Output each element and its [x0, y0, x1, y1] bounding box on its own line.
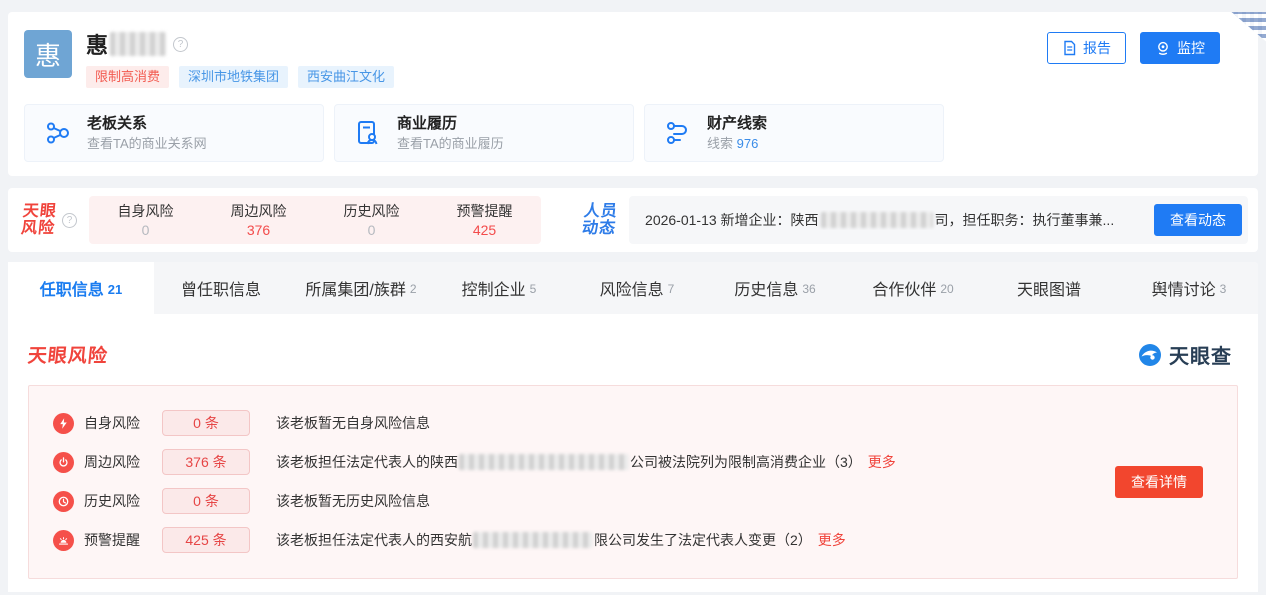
tab-public-opinion[interactable]: 舆情讨论3	[1120, 262, 1258, 314]
card-boss-relations[interactable]: 老板关系 查看TA的商业关系网	[24, 104, 324, 162]
tab-risk-info[interactable]: 风险信息7	[568, 262, 706, 314]
document-icon	[1062, 40, 1077, 56]
stat-history-risk[interactable]: 历史风险 0	[315, 203, 428, 238]
stat-peripheral-risk[interactable]: 周边风险 376	[202, 203, 315, 238]
tab-partners[interactable]: 合作伙伴20	[844, 262, 982, 314]
redacted-name	[110, 32, 166, 56]
risk-stats-strip: 自身风险 0 周边风险 376 历史风险 0 预警提醒 425	[89, 196, 541, 244]
clues-count: 976	[737, 136, 759, 151]
tab-bar: 任职信息21 曾任职信息 所属集团/族群2 控制企业5 风险信息7 历史信息36…	[8, 262, 1258, 314]
risk-desc: 该老板担任法定代表人的西安航限公司发生了法定代表人变更（2）更多	[276, 530, 846, 550]
risk-summary-panel: 天眼风险 ? 自身风险 0 周边风险 376 历史风险 0 预警提醒 425 人…	[8, 188, 1258, 252]
card-asset-clues[interactable]: 财产线索 线索 976	[644, 104, 944, 162]
news-text: 2026-01-13 新增企业：陕西 司，担任职务：执行董事兼...	[645, 210, 1114, 230]
more-link[interactable]: 更多	[868, 454, 896, 470]
report-button-label: 报告	[1083, 38, 1111, 58]
risk-count-badge[interactable]: 376 条	[162, 449, 250, 475]
card-subtitle: 线索 976	[707, 135, 767, 152]
risk-count-badge[interactable]: 0 条	[162, 410, 250, 436]
stat-self-risk[interactable]: 自身风险 0	[89, 203, 202, 238]
tab-group-cluster[interactable]: 所属集团/族群2	[292, 262, 430, 314]
risk-row-history: 历史风险 0 条 该老板暂无历史风险信息	[53, 488, 1213, 514]
risk-row-peripheral: 周边风险 376 条 该老板担任法定代表人的陕西公司被法院列为限制高消费企业（3…	[53, 449, 1213, 475]
clues-label: 线索	[707, 136, 737, 151]
tab-controlled-companies[interactable]: 控制企业5	[430, 262, 568, 314]
risk-desc: 该老板担任法定代表人的陕西公司被法院列为限制高消费企业（3）更多	[276, 452, 896, 472]
tab-current-positions[interactable]: 任职信息21	[8, 262, 154, 314]
power-gauge-icon	[53, 452, 74, 473]
view-detail-button[interactable]: 查看详情	[1115, 466, 1203, 498]
tag-xian-qujiang-culture[interactable]: 西安曲江文化	[298, 66, 394, 88]
risk-count-badge[interactable]: 425 条	[162, 527, 250, 553]
redacted-company-name	[459, 454, 629, 470]
page-title-person-name: 惠	[86, 28, 108, 60]
avatar-char: 惠	[35, 36, 61, 73]
tianyancha-brand-logo: 天眼查	[1137, 340, 1232, 369]
tab-tianyan-graph[interactable]: 天眼图谱	[982, 262, 1120, 314]
resume-document-icon	[353, 118, 383, 148]
news-prefix: 2026-01-13 新增企业：陕西	[645, 212, 819, 228]
tab-history-info[interactable]: 历史信息36	[706, 262, 844, 314]
more-link[interactable]: 更多	[818, 532, 846, 548]
risk-detail-panel: 自身风险 0 条 该老板暂无自身风险信息 周边风险 376 条 该老板担任法定代…	[28, 385, 1238, 579]
section-title-tianyan-risk: 天眼风险	[27, 341, 110, 368]
report-button[interactable]: 报告	[1047, 32, 1126, 64]
brand-text: 天眼查	[1169, 340, 1232, 369]
clue-path-icon	[663, 118, 693, 148]
personnel-news-logo: 人员动态	[581, 203, 619, 237]
help-icon[interactable]: ?	[173, 37, 188, 52]
tag-restricted-consumption[interactable]: 限制高消费	[86, 66, 169, 88]
personnel-news-strip: 2026-01-13 新增企业：陕西 司，担任职务：执行董事兼... 查看动态	[629, 196, 1248, 244]
webcam-icon	[1155, 40, 1171, 56]
avatar: 惠	[24, 30, 72, 78]
risk-count-badge[interactable]: 0 条	[162, 488, 250, 514]
news-suffix: 司，担任职务：执行董事兼...	[935, 212, 1115, 228]
card-title: 老板关系	[87, 114, 207, 133]
card-subtitle: 查看TA的商业关系网	[87, 135, 207, 152]
redacted-company-name	[821, 212, 933, 228]
card-subtitle: 查看TA的商业履历	[397, 135, 504, 152]
card-title: 商业履历	[397, 114, 504, 133]
shield-lightning-icon	[53, 413, 74, 434]
card-business-resume[interactable]: 商业履历 查看TA的商业履历	[334, 104, 634, 162]
alarm-bell-icon	[53, 530, 74, 551]
card-title: 财产线索	[707, 114, 767, 133]
clock-icon	[53, 491, 74, 512]
view-news-button[interactable]: 查看动态	[1154, 204, 1242, 236]
stat-warning-reminder[interactable]: 预警提醒 425	[428, 203, 541, 238]
help-icon[interactable]: ?	[62, 213, 77, 228]
network-graph-icon	[43, 118, 73, 148]
monitor-button-label: 监控	[1177, 38, 1205, 58]
tab-past-positions[interactable]: 曾任职信息	[154, 262, 292, 314]
tianyancha-eye-icon	[1137, 342, 1163, 368]
tag-shenzhen-metro-group[interactable]: 深圳市地铁集团	[179, 66, 288, 88]
redacted-company-name	[473, 532, 593, 548]
view-news-button-label: 查看动态	[1170, 210, 1226, 230]
risk-row-warning: 预警提醒 425 条 该老板担任法定代表人的西安航限公司发生了法定代表人变更（2…	[53, 527, 1213, 553]
profile-header-panel: 惠 惠 ? 限制高消费 深圳市地铁集团 西安曲江文化 报告	[8, 12, 1258, 176]
risk-row-self: 自身风险 0 条 该老板暂无自身风险信息	[53, 410, 1213, 436]
main-content-panel: 任职信息21 曾任职信息 所属集团/族群2 控制企业5 风险信息7 历史信息36…	[8, 262, 1258, 592]
tianyan-risk-logo: 天眼风险	[20, 203, 58, 237]
monitor-button[interactable]: 监控	[1140, 32, 1220, 64]
